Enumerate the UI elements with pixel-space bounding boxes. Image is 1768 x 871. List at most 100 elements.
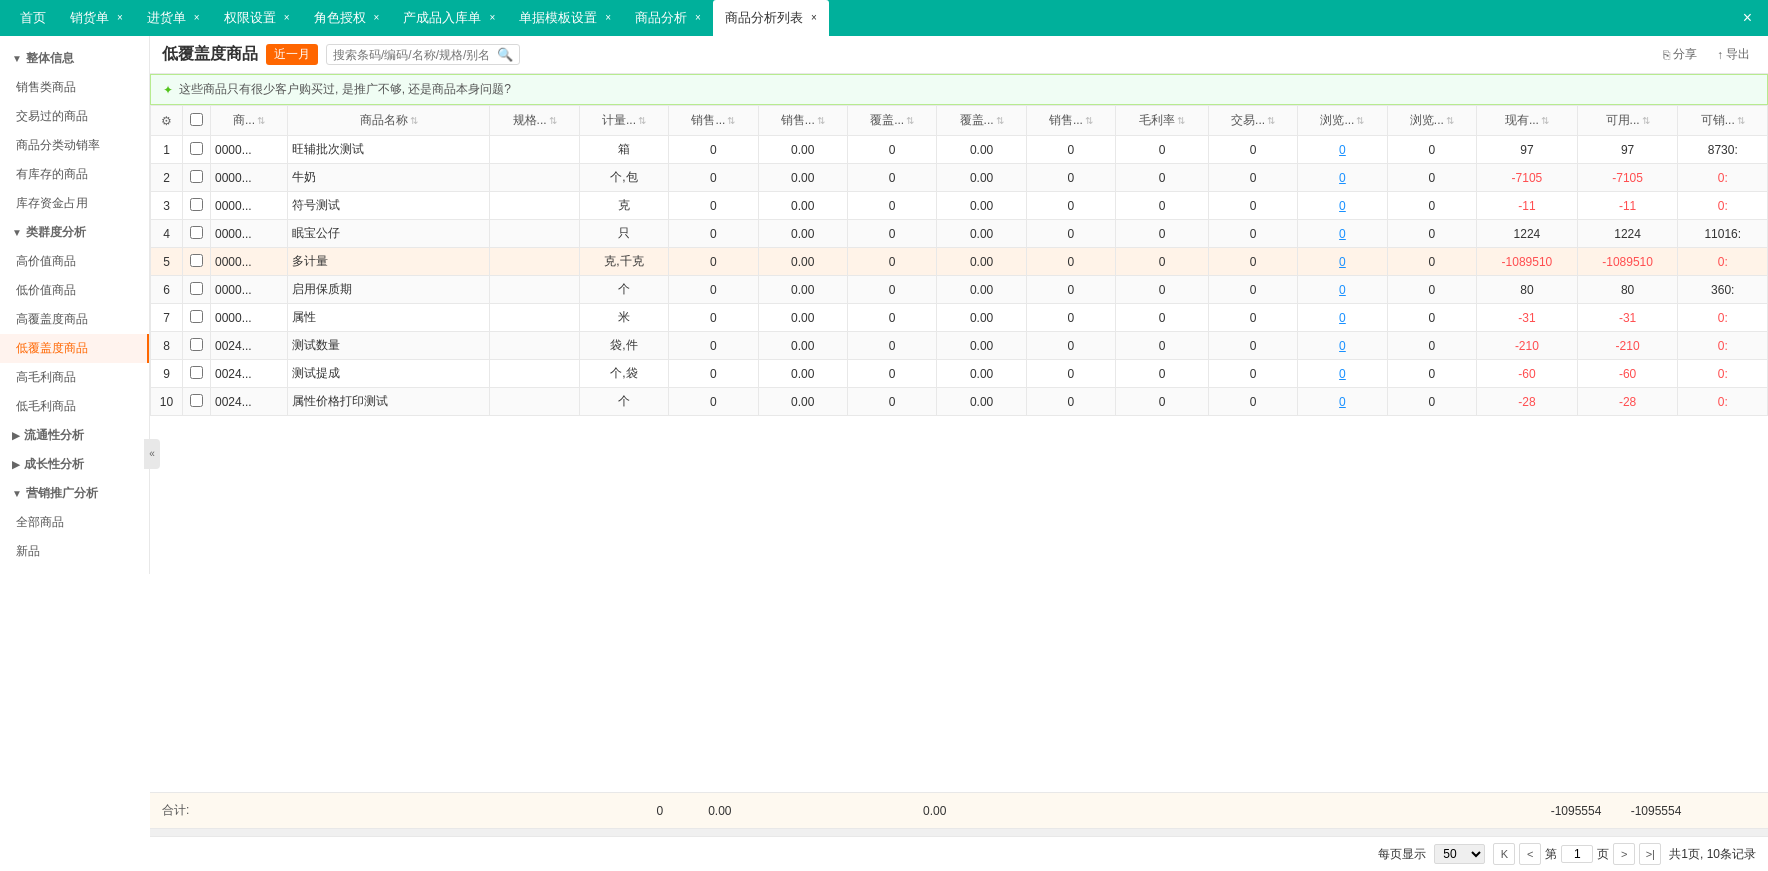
sidebar-item-category-rate[interactable]: 商品分类动销率 xyxy=(0,131,149,160)
nav-home[interactable]: 首页 xyxy=(8,0,58,36)
settings-icon[interactable]: ⚙ xyxy=(161,114,172,128)
nav-permissions[interactable]: 权限设置 × xyxy=(212,0,302,36)
nav-role-auth[interactable]: 角色授权 × xyxy=(302,0,392,36)
sidebar-section-circulation[interactable]: ▶ 流通性分析 xyxy=(0,421,149,450)
row-browse1[interactable]: 0 xyxy=(1298,388,1387,416)
col-sales-qty[interactable]: 销售...⇅ xyxy=(669,106,758,136)
col-sellable[interactable]: 可销...⇅ xyxy=(1678,106,1768,136)
col-sales3[interactable]: 销售...⇅ xyxy=(1026,106,1115,136)
row-checkbox[interactable] xyxy=(190,282,203,295)
row-checkbox-cell[interactable] xyxy=(183,220,211,248)
col-browse2[interactable]: 浏览...⇅ xyxy=(1387,106,1476,136)
col-spec[interactable]: 规格...⇅ xyxy=(490,106,579,136)
col-cover2[interactable]: 覆盖...⇅ xyxy=(937,106,1026,136)
close-icon[interactable]: × xyxy=(117,0,123,36)
row-browse1[interactable]: 0 xyxy=(1298,136,1387,164)
close-icon[interactable]: × xyxy=(695,0,701,36)
row-browse1[interactable]: 0 xyxy=(1298,164,1387,192)
row-browse1[interactable]: 0 xyxy=(1298,276,1387,304)
row-checkbox-cell[interactable] xyxy=(183,332,211,360)
col-browse1[interactable]: 浏览...⇅ xyxy=(1298,106,1387,136)
row-checkbox[interactable] xyxy=(190,198,203,211)
row-checkbox[interactable] xyxy=(190,366,203,379)
sidebar-item-low-margin[interactable]: 低毛利商品 xyxy=(0,392,149,421)
col-available[interactable]: 可用...⇅ xyxy=(1577,106,1678,136)
sidebar-item-high-value[interactable]: 高价值商品 xyxy=(0,247,149,276)
row-browse1[interactable]: 0 xyxy=(1298,332,1387,360)
row-checkbox-cell[interactable] xyxy=(183,276,211,304)
last-page-button[interactable]: >| xyxy=(1639,843,1661,865)
sidebar-item-all-goods[interactable]: 全部商品 xyxy=(0,508,149,537)
row-checkbox[interactable] xyxy=(190,310,203,323)
col-settings[interactable]: ⚙ xyxy=(151,106,183,136)
row-checkbox-cell[interactable] xyxy=(183,360,211,388)
prev-page-button[interactable]: < xyxy=(1519,843,1541,865)
close-icon[interactable]: × xyxy=(194,0,200,36)
nav-sales-order[interactable]: 销货单 × xyxy=(58,0,135,36)
sidebar-item-stocked-goods[interactable]: 有库存的商品 xyxy=(0,160,149,189)
close-icon[interactable]: × xyxy=(489,0,495,36)
sidebar-section-overall[interactable]: ▼ 整体信息 xyxy=(0,44,149,73)
col-name[interactable]: 商品名称⇅ xyxy=(288,106,490,136)
row-browse1[interactable]: 0 xyxy=(1298,304,1387,332)
sidebar-item-inventory-capital[interactable]: 库存资金占用 xyxy=(0,189,149,218)
col-cover1[interactable]: 覆盖...⇅ xyxy=(847,106,936,136)
nav-purchase-order[interactable]: 进货单 × xyxy=(135,0,212,36)
col-unit[interactable]: 计量...⇅ xyxy=(579,106,668,136)
sidebar-item-high-margin[interactable]: 高毛利商品 xyxy=(0,363,149,392)
horizontal-scrollbar[interactable] xyxy=(150,828,1768,836)
next-page-button[interactable]: > xyxy=(1613,843,1635,865)
share-button[interactable]: ⎘ 分享 xyxy=(1657,44,1703,65)
col-checkbox[interactable] xyxy=(183,106,211,136)
row-browse1[interactable]: 0 xyxy=(1298,192,1387,220)
search-input[interactable] xyxy=(333,48,493,62)
row-checkbox-cell[interactable] xyxy=(183,192,211,220)
row-checkbox[interactable] xyxy=(190,394,203,407)
nav-product-analysis-list[interactable]: 商品分析列表 × xyxy=(713,0,829,36)
row-checkbox[interactable] xyxy=(190,226,203,239)
row-browse1[interactable]: 0 xyxy=(1298,360,1387,388)
col-code[interactable]: 商...⇅ xyxy=(211,106,288,136)
close-icon[interactable]: × xyxy=(811,0,817,36)
row-browse1[interactable]: 0 xyxy=(1298,248,1387,276)
row-checkbox[interactable] xyxy=(190,338,203,351)
close-icon[interactable]: × xyxy=(605,0,611,36)
col-gross[interactable]: 毛利率⇅ xyxy=(1116,106,1209,136)
export-button[interactable]: ↑ 导出 xyxy=(1711,44,1756,65)
date-filter-button[interactable]: 近一月 xyxy=(266,44,318,65)
select-all-checkbox[interactable] xyxy=(190,113,203,126)
sidebar-item-sales-goods[interactable]: 销售类商品 xyxy=(0,73,149,102)
sidebar-section-cluster[interactable]: ▼ 类群度分析 xyxy=(0,218,149,247)
row-checkbox[interactable] xyxy=(190,254,203,267)
row-checkbox[interactable] xyxy=(190,142,203,155)
row-checkbox-cell[interactable] xyxy=(183,304,211,332)
row-checkbox-cell[interactable] xyxy=(183,164,211,192)
row-checkbox-cell[interactable] xyxy=(183,136,211,164)
page-number-input[interactable] xyxy=(1561,845,1593,863)
sidebar-item-low-coverage[interactable]: 低覆盖度商品 xyxy=(0,334,149,363)
sidebar-section-growth[interactable]: ▶ 成长性分析 xyxy=(0,450,149,479)
table-wrapper[interactable]: ⚙ 商...⇅ 商品名称⇅ 规格...⇅ 计量...⇅ 销售...⇅ 销售...… xyxy=(150,105,1768,792)
window-close-button[interactable]: × xyxy=(1735,9,1760,27)
col-current[interactable]: 现有...⇅ xyxy=(1477,106,1578,136)
row-browse1[interactable]: 0 xyxy=(1298,220,1387,248)
row-checkbox-cell[interactable] xyxy=(183,248,211,276)
sidebar-item-traded-goods[interactable]: 交易过的商品 xyxy=(0,102,149,131)
nav-product-analysis[interactable]: 商品分析 × xyxy=(623,0,713,36)
sidebar-item-high-coverage[interactable]: 高覆盖度商品 xyxy=(0,305,149,334)
first-page-button[interactable]: K xyxy=(1493,843,1515,865)
close-icon[interactable]: × xyxy=(374,0,380,36)
row-checkbox-cell[interactable] xyxy=(183,388,211,416)
nav-product-warehouse[interactable]: 产成品入库单 × xyxy=(391,0,507,36)
col-trade[interactable]: 交易...⇅ xyxy=(1208,106,1297,136)
nav-template-settings[interactable]: 单据模板设置 × xyxy=(507,0,623,36)
sidebar-item-low-value[interactable]: 低价值商品 xyxy=(0,276,149,305)
row-checkbox[interactable] xyxy=(190,170,203,183)
sidebar-item-new-goods[interactable]: 新品 xyxy=(0,537,149,566)
col-sales-amt[interactable]: 销售...⇅ xyxy=(758,106,847,136)
sidebar-collapse-button[interactable]: « xyxy=(144,439,160,469)
per-page-select[interactable]: 50 10 20 100 xyxy=(1434,844,1485,864)
search-icon[interactable]: 🔍 xyxy=(497,47,513,62)
close-icon[interactable]: × xyxy=(284,0,290,36)
sidebar-section-marketing[interactable]: ▼ 营销推广分析 xyxy=(0,479,149,508)
